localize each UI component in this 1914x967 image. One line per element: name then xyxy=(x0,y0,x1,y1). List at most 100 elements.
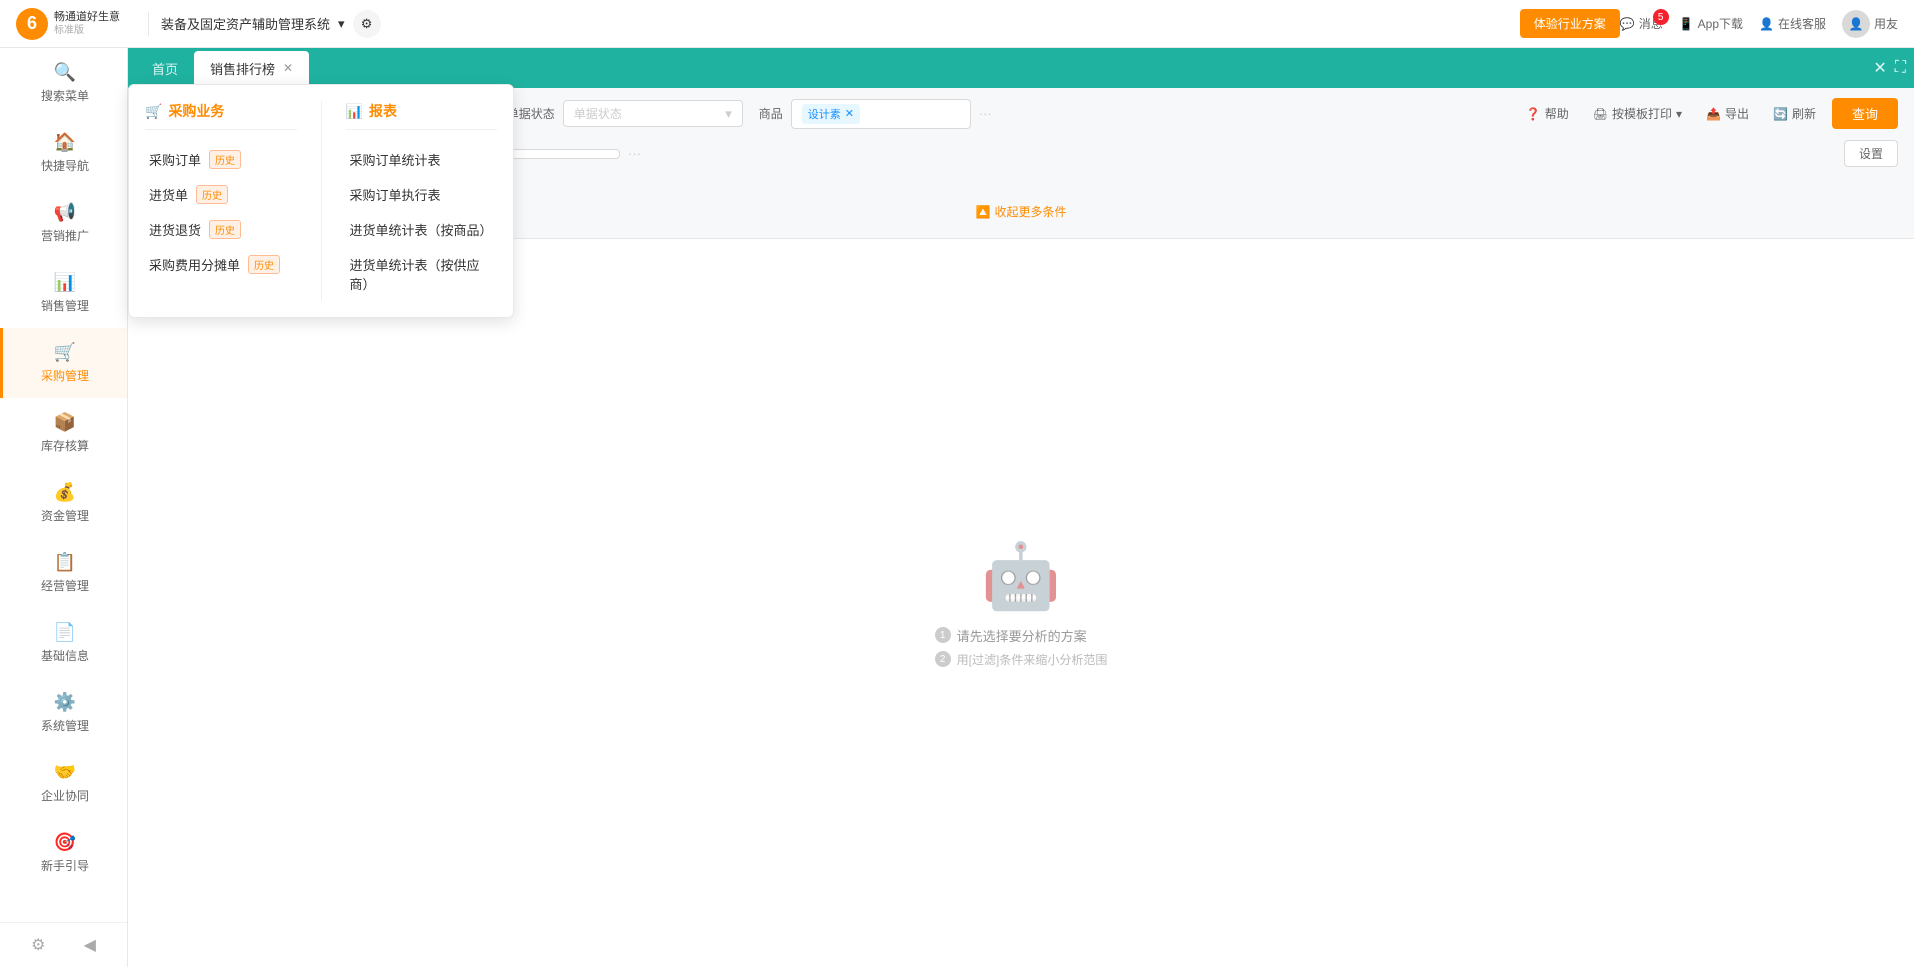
menu-item-return[interactable]: 进货退货 历史 xyxy=(145,212,297,247)
tab-sales-ranking[interactable]: 销售排行榜 ✕ xyxy=(194,51,309,86)
user-avatar: 👤 xyxy=(1842,10,1870,38)
app-download-btn[interactable]: 📱 App下载 xyxy=(1679,15,1743,32)
topbar-divider xyxy=(148,12,149,36)
menu-item-incoming-stats-goods[interactable]: 进货单统计表（按商品） xyxy=(346,212,498,247)
phone-icon: 📱 xyxy=(1679,17,1694,31)
goods-more-btn[interactable]: ··· xyxy=(979,106,992,121)
logo-icon: 6 xyxy=(16,8,48,40)
logo-area: 6 畅通道好生意 标准版 xyxy=(16,8,136,40)
hint-2-number: 2 xyxy=(935,651,951,667)
app-container: 6 畅通道好生意 标准版 装备及固定资产辅助管理系统 ▾ ⚙ 体验行业方案 💬 … xyxy=(0,0,1914,967)
export-btn[interactable]: 📤 导出 xyxy=(1698,101,1757,126)
sidebar-collapse-btn[interactable]: ◀ xyxy=(84,935,96,955)
sidebar-item-system[interactable]: ⚙️ 系统管理 xyxy=(0,678,127,748)
menu-item-incoming-stats-supplier[interactable]: 进货单统计表（按供应商） xyxy=(346,247,498,301)
purchase-section-icon: 🛒 xyxy=(145,103,162,120)
menu-item-purchase-order[interactable]: 采购订单 历史 xyxy=(145,142,297,177)
industry-btn[interactable]: 体验行业方案 xyxy=(1520,9,1620,38)
query-btn[interactable]: 查询 xyxy=(1832,98,1898,129)
menu-item-purchase-expense[interactable]: 采购费用分摊单 历史 xyxy=(145,247,297,282)
voucher-status-chevron: ▾ xyxy=(725,106,732,122)
voucher-status-filter: 单据状态 单据状态 ▾ xyxy=(507,100,743,127)
sidebar-item-operations[interactable]: 📋 经营管理 xyxy=(0,538,127,608)
sidebar-item-inventory[interactable]: 📦 库存核算 xyxy=(0,398,127,468)
purchase-menu-section: 🛒 采购业务 采购订单 历史 进货单 历史 进货退货 历史 采购费用分摊单 历史 xyxy=(145,101,297,301)
refresh-icon: 🔄 xyxy=(1773,107,1788,121)
sidebar-settings-btn[interactable]: ⚙ xyxy=(31,935,45,955)
hint-1-number: 1 xyxy=(935,627,951,643)
sidebar-item-quick-nav[interactable]: 🏠 快捷导航 xyxy=(0,118,127,188)
history-badge-incoming[interactable]: 历史 xyxy=(196,185,228,204)
menu-item-incoming[interactable]: 进货单 历史 xyxy=(145,177,297,212)
sidebar-item-sales[interactable]: 📊 销售管理 xyxy=(0,258,127,328)
inventory-icon: 📦 xyxy=(54,412,76,433)
system-title-dropdown[interactable]: ▾ xyxy=(338,16,345,32)
refresh-btn[interactable]: 🔄 刷新 xyxy=(1765,101,1824,126)
sidebar-item-guide[interactable]: 🎯 新手引导 xyxy=(0,818,127,888)
sidebar-item-purchase[interactable]: 🛒 采购管理 xyxy=(0,328,127,398)
goods-tag-close[interactable]: ✕ xyxy=(845,107,854,120)
print-chevron: ▾ xyxy=(1676,107,1682,121)
print-template-btn[interactable]: 🖨 按模板打印 ▾ xyxy=(1585,101,1690,126)
settings-icon-btn[interactable]: ⚙ xyxy=(353,10,381,38)
salesperson-more-btn[interactable]: ··· xyxy=(628,146,641,161)
finance-icon: 💰 xyxy=(54,482,76,503)
empty-hints: 1 请先选择要分析的方案 2 用[过滤]条件来缩小分析范围 xyxy=(935,626,1108,668)
history-badge-purchase-order[interactable]: 历史 xyxy=(209,150,241,169)
search-icon: 🔍 xyxy=(54,62,76,83)
tab-bar-actions: ✕ ⛶ xyxy=(1873,58,1906,78)
menu-section-divider xyxy=(321,101,322,301)
logo-text: 畅通道好生意 标准版 xyxy=(54,10,120,37)
tab-bar: 首页 销售排行榜 ✕ ✕ ⛶ xyxy=(128,48,1914,88)
purchase-section-title: 🛒 采购业务 xyxy=(145,101,297,130)
message-icon: 💬 xyxy=(1620,17,1635,31)
report-menu-section: 📊 报表 采购订单统计表 采购订单执行表 进货单统计表（按商品） 进货单统计表（… xyxy=(346,101,498,301)
sidebar-item-enterprise[interactable]: 🤝 企业协同 xyxy=(0,748,127,818)
menu-item-purchase-order-exec[interactable]: 采购订单执行表 xyxy=(346,177,498,212)
voucher-status-value: 单据状态 xyxy=(574,105,622,122)
goods-group: 设计素 ✕ xyxy=(791,99,971,129)
tab-maximize-icon[interactable]: ⛶ xyxy=(1895,59,1906,77)
report-section-icon: 📊 xyxy=(346,103,363,120)
sidebar-item-search[interactable]: 🔍 搜索菜单 xyxy=(0,48,127,118)
voucher-status-group[interactable]: 单据状态 ▾ xyxy=(563,100,743,127)
history-badge-return[interactable]: 历史 xyxy=(209,220,241,239)
help-btn[interactable]: ❓ 帮助 xyxy=(1518,101,1577,126)
top-bar: 6 畅通道好生意 标准版 装备及固定资产辅助管理系统 ▾ ⚙ 体验行业方案 💬 … xyxy=(0,0,1914,48)
tab-close-all-icon[interactable]: ✕ xyxy=(1873,58,1886,78)
history-badge-expense[interactable]: 历史 xyxy=(248,255,280,274)
report-section-title: 📊 报表 xyxy=(346,101,498,130)
action-buttons: ❓ 帮助 🖨 按模板打印 ▾ 📤 导出 🔄 xyxy=(1518,98,1898,129)
basic-info-icon: 📄 xyxy=(54,622,76,643)
sidebar-bottom: ⚙ ◀ xyxy=(0,922,127,967)
print-icon: 🖨 xyxy=(1593,107,1608,121)
sidebar-item-marketing[interactable]: 📢 营销推广 xyxy=(0,188,127,258)
sidebar-item-basic-info[interactable]: 📄 基础信息 xyxy=(0,608,127,678)
sidebar: 🔍 搜索菜单 🏠 快捷导航 📢 营销推广 📊 销售管理 🛒 采购管理 📦 xyxy=(0,48,128,967)
service-icon: 👤 xyxy=(1759,17,1774,31)
messages-btn[interactable]: 💬 消息 5 xyxy=(1620,15,1663,32)
operations-icon: 📋 xyxy=(54,552,76,573)
system-title: 装备及固定资产辅助管理系统 ▾ ⚙ xyxy=(161,10,1520,38)
top-right: 💬 消息 5 📱 App下载 👤 在线客服 👤 用友 xyxy=(1620,10,1898,38)
menu-item-purchase-order-stats[interactable]: 采购订单统计表 xyxy=(346,142,498,177)
marketing-icon: 📢 xyxy=(54,202,76,223)
purchase-dropdown-menu: 🛒 采购业务 采购订单 历史 进货单 历史 进货退货 历史 采购费用分摊单 历史 xyxy=(128,84,514,318)
tab-home[interactable]: 首页 xyxy=(136,51,194,86)
hint-1: 1 请先选择要分析的方案 xyxy=(935,626,1108,645)
purchase-icon: 🛒 xyxy=(54,342,76,363)
set-btn[interactable]: 设置 xyxy=(1844,140,1898,167)
export-icon: 📤 xyxy=(1706,107,1721,121)
tab-close-icon[interactable]: ✕ xyxy=(283,61,293,75)
user-btn[interactable]: 👤 用友 xyxy=(1842,10,1898,38)
empty-state: 🤖 1 请先选择要分析的方案 2 用[过滤]条件来缩小分析范围 xyxy=(935,539,1108,668)
messages-badge: 5 xyxy=(1653,9,1669,25)
settings-btn-area: 设置 xyxy=(1844,140,1898,167)
online-service-btn[interactable]: 👤 在线客服 xyxy=(1759,15,1826,32)
guide-icon: 🎯 xyxy=(54,832,76,853)
collapse-btn[interactable]: 🔼 收起更多条件 xyxy=(976,203,1067,220)
hint-2: 2 用[过滤]条件来缩小分析范围 xyxy=(935,651,1108,668)
sidebar-item-finance[interactable]: 💰 资金管理 xyxy=(0,468,127,538)
main-content: 🤖 1 请先选择要分析的方案 2 用[过滤]条件来缩小分析范围 xyxy=(128,239,1914,967)
goods-label: 商品 xyxy=(759,105,783,122)
